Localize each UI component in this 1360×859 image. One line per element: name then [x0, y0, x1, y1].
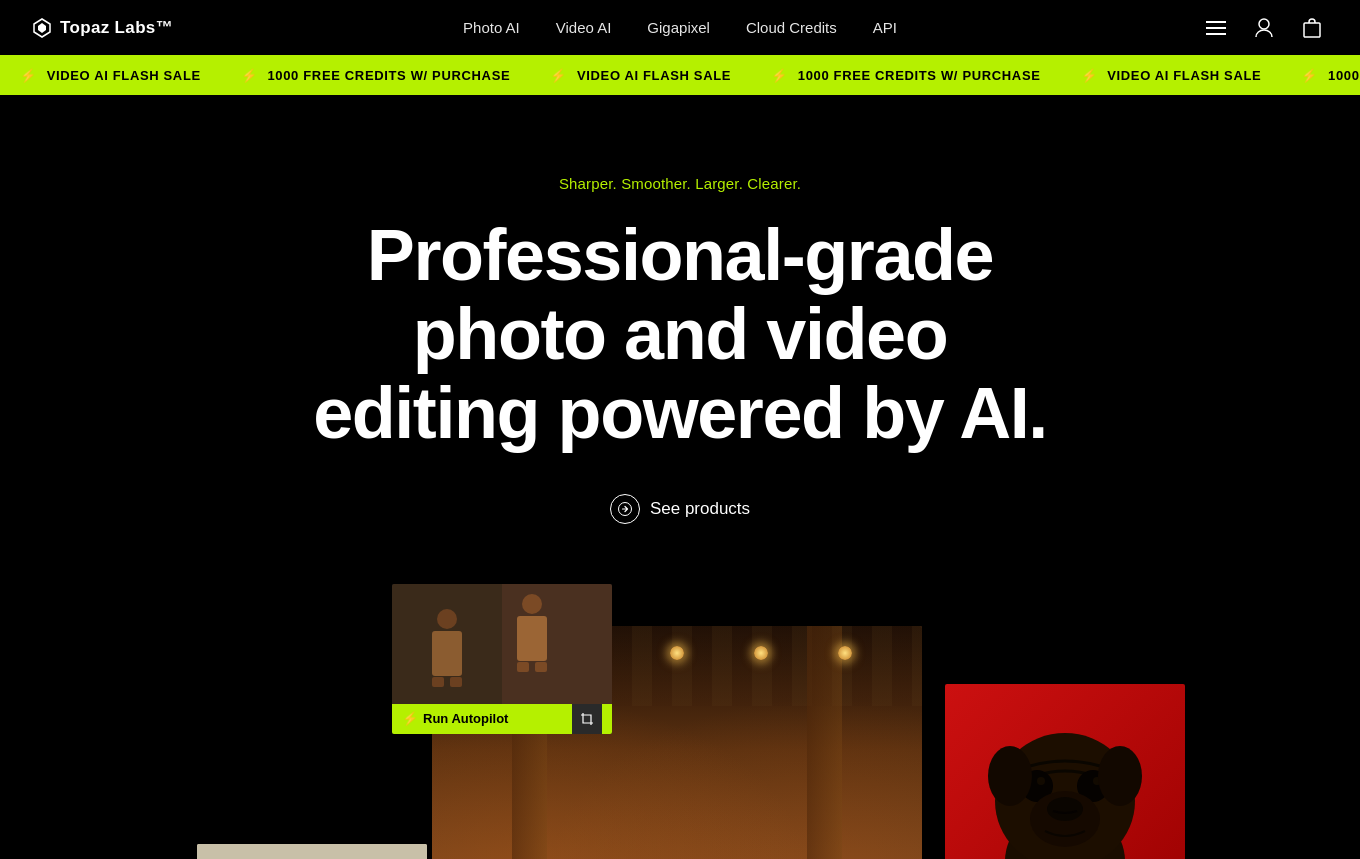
bolt-icon: ⚡ — [241, 68, 258, 83]
crop-icon — [580, 712, 594, 726]
svg-rect-3 — [1206, 27, 1226, 29]
svg-rect-12 — [522, 594, 542, 614]
user-icon — [1255, 18, 1273, 38]
lightning-icon: ⚡ — [402, 711, 418, 726]
svg-rect-14 — [517, 662, 529, 672]
svg-rect-6 — [1304, 23, 1320, 37]
svg-rect-4 — [1206, 33, 1226, 35]
svg-rect-9 — [432, 631, 462, 676]
ticker-item: ⚡ 1000 FREE CREDITS W/ PURCHASE — [751, 68, 1060, 83]
arrow-right-icon — [618, 502, 632, 516]
nav-cloud-credits[interactable]: Cloud Credits — [746, 19, 837, 36]
cart-button[interactable] — [1296, 12, 1328, 44]
light-bulb — [670, 646, 684, 660]
light-bulb — [838, 646, 852, 660]
hero-title: Professional-grade photo and video editi… — [300, 216, 1060, 454]
ticker-track: ⚡ VIDEO AI FLASH SALE ⚡ 1000 FREE CREDIT… — [0, 68, 1360, 83]
svg-point-33 — [1098, 746, 1142, 806]
arrow-circle-icon — [610, 494, 640, 524]
hero-section: Sharper. Smoother. Larger. Clearer. Prof… — [0, 95, 1360, 584]
media-grid: ⚡ Run Autopilot — [0, 584, 1360, 859]
after-thumb — [502, 584, 612, 704]
menu-icon — [1206, 21, 1226, 35]
nav-actions — [1200, 12, 1328, 44]
svg-rect-15 — [535, 662, 547, 672]
person-figure-after — [507, 584, 557, 674]
ticker-banner: ⚡ VIDEO AI FLASH SALE ⚡ 1000 FREE CREDIT… — [0, 55, 1360, 95]
logo[interactable]: Topaz Labs™ — [32, 18, 173, 38]
bolt-icon: ⚡ — [550, 68, 567, 83]
bolt-icon: ⚡ — [20, 68, 37, 83]
nav-gigapixel[interactable]: Gigapixel — [647, 19, 710, 36]
before-after-card: ⚡ Run Autopilot — [392, 584, 612, 734]
see-products-button[interactable]: See products — [610, 494, 750, 524]
svg-point-31 — [1047, 797, 1083, 821]
before-thumb — [392, 584, 502, 704]
landscape-photo-card — [197, 844, 427, 859]
landscape-illustration — [197, 844, 427, 859]
svg-rect-10 — [432, 677, 444, 687]
person-figure-before — [422, 599, 472, 689]
topaz-logo-icon — [32, 18, 52, 38]
bolt-icon: ⚡ — [1081, 68, 1098, 83]
pug-photo-card — [945, 684, 1185, 859]
svg-point-32 — [988, 746, 1032, 806]
pug-figure — [945, 684, 1185, 859]
ticker-item: ⚡ VIDEO AI FLASH SALE — [0, 68, 221, 83]
nav-photo-ai[interactable]: Photo AI — [463, 19, 520, 36]
ticker-item: ⚡ VIDEO AI FLASH SALE — [1061, 68, 1282, 83]
light-bulb — [754, 646, 768, 660]
crop-button[interactable] — [572, 704, 602, 734]
logo-text: Topaz Labs™ — [60, 18, 173, 38]
cart-icon — [1303, 18, 1321, 38]
svg-rect-13 — [517, 616, 547, 661]
nav-video-ai[interactable]: Video AI — [556, 19, 612, 36]
svg-marker-1 — [38, 23, 46, 33]
svg-rect-34 — [197, 844, 427, 859]
bolt-icon: ⚡ — [1301, 68, 1318, 83]
nav-api[interactable]: API — [873, 19, 897, 36]
hero-tagline: Sharper. Smoother. Larger. Clearer. — [559, 175, 801, 192]
ticker-item: ⚡ 1000 FREE CREDITS W/ PURCHASE — [221, 68, 530, 83]
nav-links: Photo AI Video AI Gigapixel Cloud Credit… — [463, 19, 897, 36]
svg-point-5 — [1259, 19, 1269, 29]
autopilot-label[interactable]: ⚡ Run Autopilot — [402, 711, 508, 726]
svg-rect-11 — [450, 677, 462, 687]
svg-point-28 — [1037, 777, 1045, 785]
user-button[interactable] — [1248, 12, 1280, 44]
navigation: Topaz Labs™ Photo AI Video AI Gigapixel … — [0, 0, 1360, 55]
svg-rect-8 — [437, 609, 457, 629]
column-right — [807, 626, 842, 859]
pug-illustration — [965, 701, 1165, 859]
autopilot-bar: ⚡ Run Autopilot — [392, 704, 612, 734]
ticker-item: ⚡ 1000 FREE CREDITS W/ PURCHASE — [1281, 68, 1360, 83]
menu-button[interactable] — [1200, 12, 1232, 44]
ticker-item: ⚡ VIDEO AI FLASH SALE — [530, 68, 751, 83]
bolt-icon: ⚡ — [771, 68, 788, 83]
svg-rect-2 — [1206, 21, 1226, 23]
